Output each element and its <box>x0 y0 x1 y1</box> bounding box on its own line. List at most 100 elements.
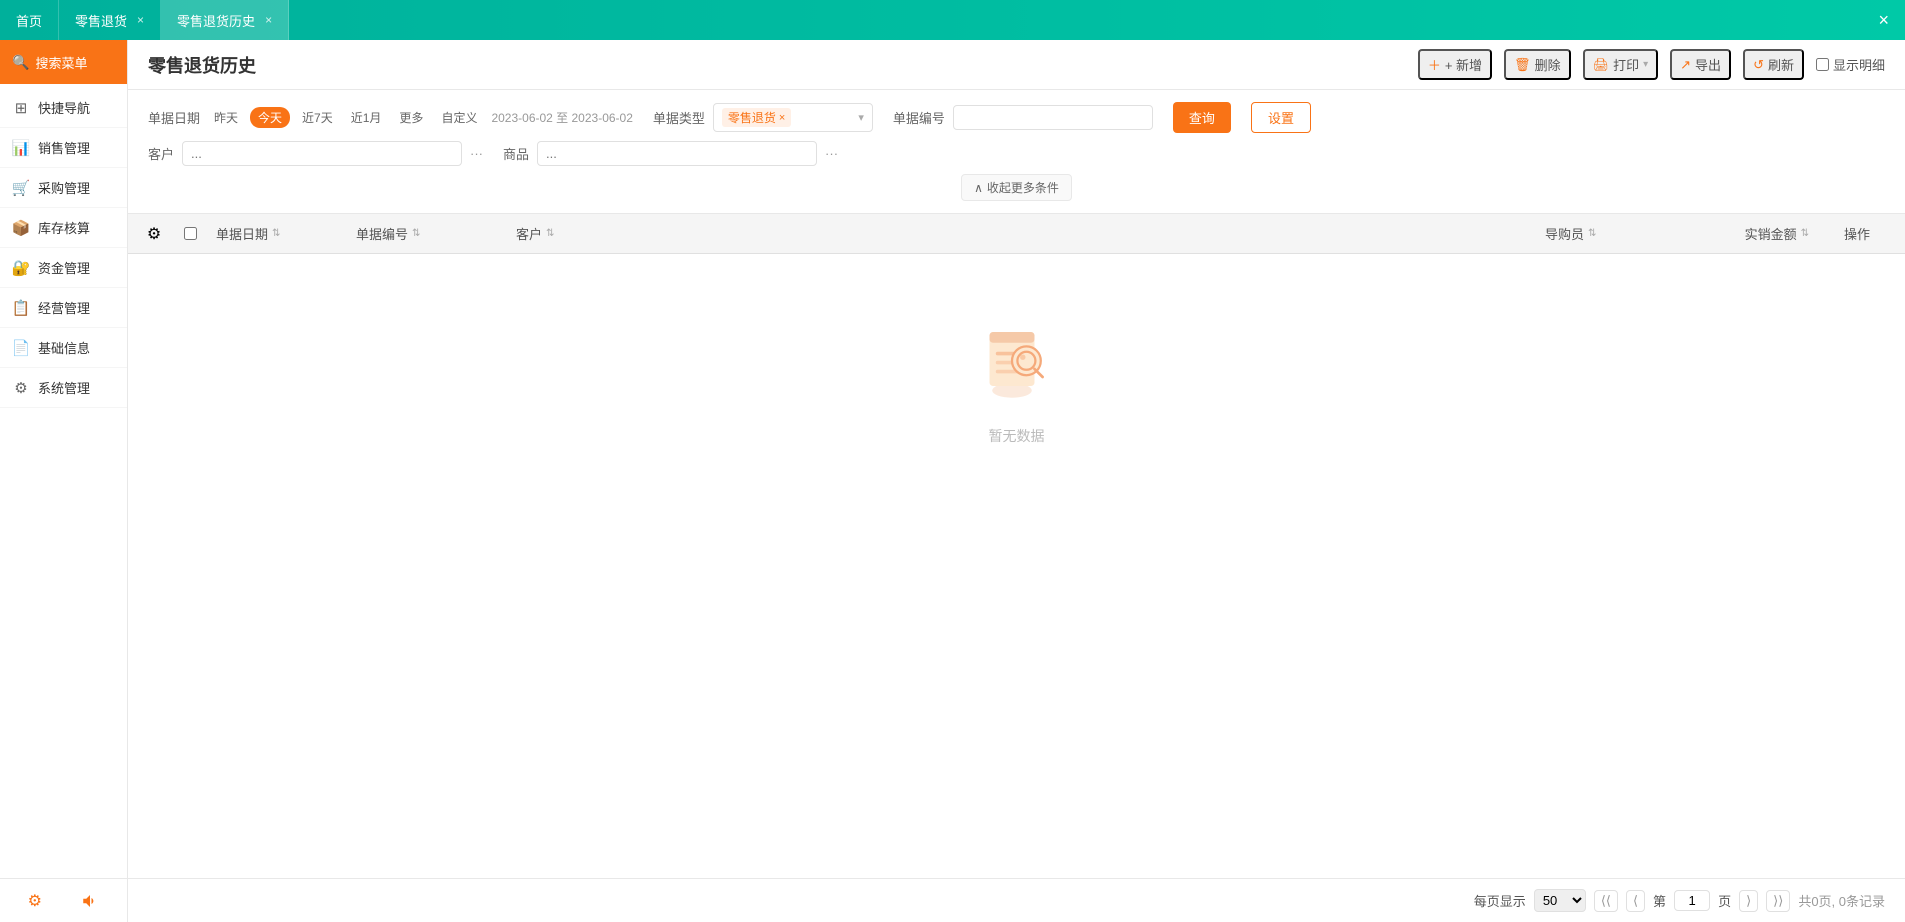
page-first-button[interactable]: ⟨⟨ <box>1594 890 1618 912</box>
date-filter-group: 单据日期 昨天 今天 近7天 近1月 更多 自定义 2023-06-02 至 2… <box>148 107 633 128</box>
tab-retail-return[interactable]: 零售退货× <box>59 0 161 40</box>
sidebar-item-basic-info[interactable]: 📄 基础信息 <box>0 328 127 368</box>
sidebar-search[interactable]: 🔍 搜索菜单 <box>0 40 127 84</box>
show-detail-input[interactable] <box>1816 58 1829 71</box>
sidebar: 🔍 搜索菜单 ⊞ 快捷导航 📊 销售管理 🛒 采购管理 📦 库存核算 🔐 资金管… <box>0 40 128 922</box>
date-shortcuts: 昨天 今天 近7天 近1月 更多 自定义 <box>208 107 483 128</box>
sidebar-label-operations: 经营管理 <box>38 298 90 317</box>
window-close-button[interactable]: × <box>1862 10 1905 31</box>
pagination-bar: 每页显示 10 20 50 100 ⟨⟨ ⟨ 第 页 ⟩ ⟩⟩ 共0页, 0条记… <box>128 878 1905 922</box>
page-last-button[interactable]: ⟩⟩ <box>1766 890 1790 912</box>
page-header: 零售退货历史 ＋ + 新增 🗑 删除 🖨 打印 ▾ ↗ 导出 <box>128 40 1905 90</box>
toolbar: ＋ + 新增 🗑 删除 🖨 打印 ▾ ↗ 导出 ↺ <box>1418 49 1885 80</box>
filter-section: 单据日期 昨天 今天 近7天 近1月 更多 自定义 2023-06-02 至 2… <box>128 90 1905 214</box>
search-icon: 🔍 <box>12 54 29 71</box>
customer-ellipsis[interactable]: ··· <box>470 146 483 161</box>
filter-row-1: 单据日期 昨天 今天 近7天 近1月 更多 自定义 2023-06-02 至 2… <box>148 102 1885 133</box>
date-more[interactable]: 更多 <box>393 107 429 128</box>
sidebar-item-system-mgmt[interactable]: ⚙ 系统管理 <box>0 368 127 408</box>
print-icon: 🖨 <box>1593 57 1610 73</box>
tab-close-retail-return[interactable]: × <box>137 13 144 27</box>
query-button[interactable]: 查询 <box>1173 102 1231 133</box>
th-amount[interactable]: 实销金额 ⇅ <box>1697 224 1817 243</box>
date-today[interactable]: 今天 <box>250 107 290 128</box>
th-date[interactable]: 单据日期 ⇅ <box>208 224 348 243</box>
sidebar-item-operations[interactable]: 📋 经营管理 <box>0 288 127 328</box>
sidebar-label-quick-nav: 快捷导航 <box>38 98 90 117</box>
date-custom[interactable]: 自定义 <box>435 107 483 128</box>
sidebar-item-quick-nav[interactable]: ⊞ 快捷导航 <box>0 88 127 128</box>
collapse-row: ∧ 收起更多条件 <box>148 174 1885 201</box>
print-button[interactable]: 🖨 打印 ▾ <box>1583 49 1659 80</box>
add-button[interactable]: ＋ + 新增 <box>1418 49 1492 80</box>
doctype-select[interactable]: 零售退货 × ▾ <box>713 103 873 132</box>
th-customer-sort-icon: ⇅ <box>546 228 554 239</box>
th-settings[interactable]: ⚙ <box>136 224 172 244</box>
table-settings-icon[interactable]: ⚙ <box>147 224 161 244</box>
show-detail-checkbox[interactable]: 显示明细 <box>1816 55 1885 74</box>
sidebar-label-sales-mgmt: 销售管理 <box>38 138 90 157</box>
delete-button[interactable]: 🗑 删除 <box>1504 49 1571 80</box>
date-last7[interactable]: 近7天 <box>296 107 339 128</box>
delete-icon: 🗑 <box>1514 57 1531 73</box>
sidebar-menu: ⊞ 快捷导航 📊 销售管理 🛒 采购管理 📦 库存核算 🔐 资金管理 📋 经营管… <box>0 84 127 878</box>
docnum-input[interactable] <box>953 105 1153 130</box>
page-label: 页 <box>1718 891 1731 910</box>
th-num-sort-icon: ⇅ <box>412 228 420 239</box>
th-guide-sort-icon: ⇅ <box>1588 228 1596 239</box>
page-input[interactable] <box>1674 890 1710 911</box>
sidebar-label-system-mgmt: 系统管理 <box>38 378 90 397</box>
page-title: 零售退货历史 <box>148 52 256 78</box>
docnum-filter-group: 单据编号 <box>893 105 1153 130</box>
goods-filter-group: 商品 ··· <box>503 141 838 166</box>
content-area: 零售退货历史 ＋ + 新增 🗑 删除 🖨 打印 ▾ ↗ 导出 <box>128 40 1905 922</box>
date-range: 2023-06-02 至 2023-06-02 <box>491 109 632 126</box>
th-num[interactable]: 单据编号 ⇅ <box>348 224 508 243</box>
date-last1m[interactable]: 近1月 <box>345 107 388 128</box>
customer-input[interactable] <box>182 141 462 166</box>
sidebar-audio-btn[interactable] <box>81 892 99 910</box>
refresh-button[interactable]: ↺ 刷新 <box>1743 49 1804 80</box>
tab-retail-return-history[interactable]: 零售退货历史× <box>161 0 289 40</box>
sidebar-search-label: 搜索菜单 <box>35 53 87 72</box>
page-prev-button[interactable]: ⟨ <box>1626 890 1645 912</box>
select-all-checkbox[interactable] <box>184 227 197 240</box>
export-icon: ↗ <box>1680 57 1691 73</box>
sidebar-item-purchase-mgmt[interactable]: 🛒 采购管理 <box>0 168 127 208</box>
goods-input[interactable] <box>537 141 817 166</box>
sidebar-item-inventory[interactable]: 📦 库存核算 <box>0 208 127 248</box>
page-size-label: 每页显示 <box>1474 891 1526 910</box>
page-next-button[interactable]: ⟩ <box>1739 890 1758 912</box>
sidebar-item-sales-mgmt[interactable]: 📊 销售管理 <box>0 128 127 168</box>
sidebar-label-basic-info: 基础信息 <box>38 338 90 357</box>
sidebar-icon-sales-mgmt: 📊 <box>12 139 30 157</box>
sidebar-label-finance: 资金管理 <box>38 258 90 277</box>
th-guide[interactable]: 导购员 ⇅ <box>1537 224 1697 243</box>
th-checkbox[interactable] <box>172 227 208 240</box>
sidebar-icon-operations: 📋 <box>12 299 30 317</box>
setting-button[interactable]: 设置 <box>1251 102 1311 133</box>
tab-home[interactable]: 首页 <box>0 0 59 40</box>
sidebar-settings-btn[interactable]: ⚙ <box>28 891 42 911</box>
th-customer[interactable]: 客户 ⇅ <box>508 224 1537 243</box>
doctype-tag-close[interactable]: × <box>779 112 785 124</box>
table-header: ⚙ 单据日期 ⇅ 单据编号 ⇅ 客户 ⇅ 导购员 <box>128 214 1905 254</box>
export-button[interactable]: ↗ 导出 <box>1670 49 1731 80</box>
add-icon: ＋ <box>1428 55 1441 74</box>
sidebar-label-purchase-mgmt: 采购管理 <box>38 178 90 197</box>
empty-state: 暂无数据 <box>128 254 1905 506</box>
tab-close-retail-return-history[interactable]: × <box>265 13 272 27</box>
sidebar-bottom: ⚙ <box>0 878 127 922</box>
goods-ellipsis[interactable]: ··· <box>825 146 838 161</box>
page-word: 第 <box>1653 891 1666 910</box>
filter-row-2: 客户 ··· 商品 ··· <box>148 141 1885 166</box>
sidebar-item-finance[interactable]: 🔐 资金管理 <box>0 248 127 288</box>
date-yesterday[interactable]: 昨天 <box>208 107 244 128</box>
docnum-label: 单据编号 <box>893 108 945 127</box>
page-size-select[interactable]: 10 20 50 100 <box>1534 889 1586 912</box>
date-label: 单据日期 <box>148 108 200 127</box>
collapse-button[interactable]: ∧ 收起更多条件 <box>961 174 1072 201</box>
sidebar-icon-basic-info: 📄 <box>12 339 30 357</box>
sidebar-icon-system-mgmt: ⚙ <box>12 379 30 397</box>
top-bar: 首页零售退货×零售退货历史× × <box>0 0 1905 40</box>
